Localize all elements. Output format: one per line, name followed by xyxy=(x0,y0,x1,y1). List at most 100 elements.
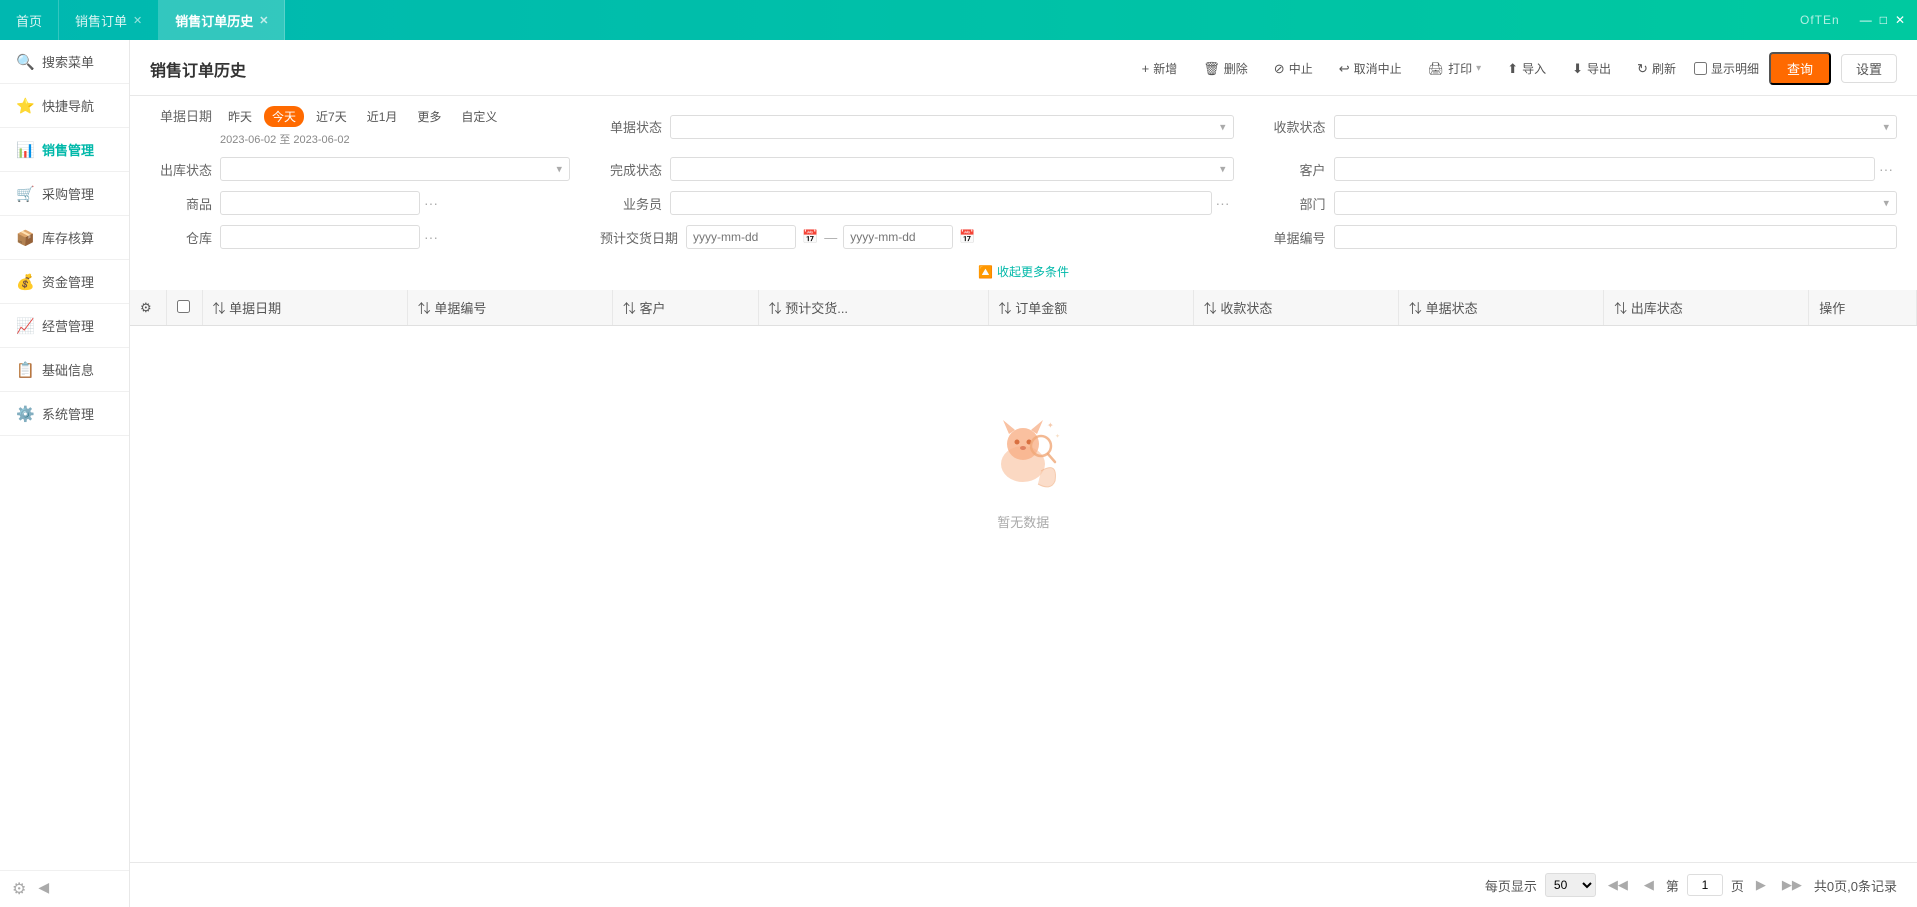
import-button[interactable]: ⬆ 导入 xyxy=(1499,56,1554,81)
sidebar-item-search-menu[interactable]: 🔍 搜索菜单 xyxy=(0,40,129,84)
th-delivery-date: ⇅ 预计交货... xyxy=(758,290,988,326)
export-icon: ⬇ xyxy=(1572,61,1583,77)
warehouse-ellipsis[interactable]: ··· xyxy=(420,229,442,245)
sales-mgmt-icon: 📊 xyxy=(16,141,34,159)
new-icon: + xyxy=(1142,61,1150,76)
customer-label: 客户 xyxy=(1264,160,1334,179)
sidebar-item-sales-mgmt-label: 销售管理 xyxy=(42,140,94,159)
pill-yesterday[interactable]: 昨天 xyxy=(220,106,260,127)
tab-sales-order-history[interactable]: 销售订单历史 ✕ xyxy=(159,0,285,40)
brand-text: OfTEn xyxy=(1788,13,1852,27)
sidebar-item-finance[interactable]: 💰 资金管理 xyxy=(0,260,129,304)
page-number-input[interactable] xyxy=(1687,874,1723,896)
product-ellipsis[interactable]: ··· xyxy=(420,195,442,211)
select-all-checkbox[interactable] xyxy=(177,300,190,313)
complete-status-select[interactable] xyxy=(670,157,1234,181)
toolbar: + 新增 🗑 删除 ⊘ 中止 ↩ 取消中止 xyxy=(1134,52,1897,85)
department-select-wrap xyxy=(1334,191,1898,215)
next-page-btn[interactable]: ▶ xyxy=(1752,875,1770,895)
stop-button[interactable]: ⊘ 中止 xyxy=(1266,56,1321,81)
sidebar-item-basic-info[interactable]: 📋 基础信息 xyxy=(0,348,129,392)
refresh-label: 刷新 xyxy=(1652,60,1676,77)
tab-sales-order-history-label: 销售订单历史 xyxy=(175,11,253,30)
query-button[interactable]: 查询 xyxy=(1769,52,1831,85)
page-size-select[interactable]: 50 10 20 100 xyxy=(1545,873,1596,897)
customer-input[interactable] xyxy=(1334,157,1876,181)
display-detail-checkbox[interactable] xyxy=(1694,62,1707,75)
sort-amount-icon[interactable]: ⇅ xyxy=(999,301,1012,316)
sidebar-item-operations-label: 经营管理 xyxy=(42,316,94,335)
payment-status-select-wrap xyxy=(1334,115,1898,139)
collapse-icon: 🔼 收起更多条件 xyxy=(150,263,1897,280)
product-input[interactable] xyxy=(220,191,420,215)
delete-button[interactable]: 🗑 删除 xyxy=(1195,56,1256,81)
print-icon: 🖨 xyxy=(1428,61,1445,77)
payment-status-select[interactable] xyxy=(1334,115,1898,139)
top-bar: 首页 销售订单 ✕ 销售订单历史 ✕ OfTEn — □ ✕ xyxy=(0,0,1917,40)
close-sales-order-tab[interactable]: ✕ xyxy=(133,14,142,27)
warehouse-input[interactable] xyxy=(220,225,420,249)
sidebar-item-operations[interactable]: 📈 经营管理 xyxy=(0,304,129,348)
sort-delivery-icon[interactable]: ⇅ xyxy=(769,301,782,316)
collapse-row[interactable]: 🔼 收起更多条件 xyxy=(150,259,1897,284)
sort-out-status-icon[interactable]: ⇅ xyxy=(1614,301,1627,316)
customer-ellipsis[interactable]: ··· xyxy=(1875,161,1897,177)
export-button[interactable]: ⬇ 导出 xyxy=(1564,56,1619,81)
sidebar-item-search-menu-label: 搜索菜单 xyxy=(42,52,94,71)
doc-status-label: 单据状态 xyxy=(600,117,670,136)
delivery-date-to[interactable] xyxy=(843,225,953,249)
filter-row-4: 仓库 ··· 预计交货日期 📅 — 📅 单据编号 xyxy=(150,225,1897,249)
sort-customer-icon[interactable]: ⇅ xyxy=(623,301,636,316)
sort-doc-status-icon[interactable]: ⇅ xyxy=(1409,301,1422,316)
sort-number-icon[interactable]: ⇅ xyxy=(418,301,431,316)
doc-status-select[interactable] xyxy=(670,115,1234,139)
refresh-button[interactable]: ↻ 刷新 xyxy=(1629,56,1684,81)
tab-home[interactable]: 首页 xyxy=(0,0,59,40)
window-minimize[interactable]: — xyxy=(1860,13,1872,27)
sort-date-icon[interactable]: ⇅ xyxy=(213,301,226,316)
sidebar-item-quick-nav[interactable]: ⭐ 快捷导航 xyxy=(0,84,129,128)
window-maximize[interactable]: □ xyxy=(1880,13,1887,27)
th-payment-status: ⇅ 收款状态 xyxy=(1193,290,1398,326)
pill-7days[interactable]: 近7天 xyxy=(308,106,355,127)
salesperson-input[interactable] xyxy=(670,191,1212,215)
window-close[interactable]: ✕ xyxy=(1895,13,1905,27)
department-select[interactable] xyxy=(1334,191,1898,215)
sidebar-collapse-icon[interactable]: ◀ xyxy=(38,879,49,899)
sidebar-item-sys-mgmt[interactable]: ⚙️ 系统管理 xyxy=(0,392,129,436)
pill-today[interactable]: 今天 xyxy=(264,106,304,127)
settings-button[interactable]: 设置 xyxy=(1841,54,1897,83)
delivery-date-from[interactable] xyxy=(686,225,796,249)
close-sales-order-history-tab[interactable]: ✕ xyxy=(259,14,268,27)
sort-payment-icon[interactable]: ⇅ xyxy=(1204,301,1217,316)
out-status-select[interactable] xyxy=(220,157,570,181)
sidebar-item-quick-nav-label: 快捷导航 xyxy=(42,96,94,115)
new-button[interactable]: + 新增 xyxy=(1134,56,1186,81)
doc-number-input[interactable] xyxy=(1334,225,1898,249)
sidebar-item-inventory[interactable]: 📦 库存核算 xyxy=(0,216,129,260)
content-area: 销售订单历史 + 新增 🗑 删除 ⊘ 中止 ↩ xyxy=(130,40,1917,907)
first-page-btn[interactable]: ◀◀ xyxy=(1604,875,1632,895)
complete-status-label: 完成状态 xyxy=(600,160,670,179)
delete-icon: 🗑 xyxy=(1203,61,1220,77)
sidebar-settings-icon[interactable]: ⚙ xyxy=(12,879,26,899)
data-table: ⚙ ⇅ 单据日期 ⇅ 单据编号 xyxy=(130,290,1917,611)
page-size-label: 每页显示 xyxy=(1485,876,1537,895)
pill-more[interactable]: 更多 xyxy=(409,106,449,127)
tab-sales-order[interactable]: 销售订单 ✕ xyxy=(59,0,159,40)
cancel-stop-button[interactable]: ↩ 取消中止 xyxy=(1331,56,1410,81)
sidebar-item-sys-mgmt-label: 系统管理 xyxy=(42,404,94,423)
salesperson-ellipsis[interactable]: ··· xyxy=(1212,195,1234,211)
sidebar-item-purchase-mgmt[interactable]: 🛒 采购管理 xyxy=(0,172,129,216)
th-ops-label: 操作 xyxy=(1819,301,1845,316)
empty-state-row: ✦ ✦ 暂无数据 xyxy=(130,326,1917,612)
salesperson-label: 业务员 xyxy=(600,194,670,213)
pill-custom[interactable]: 自定义 xyxy=(453,106,505,127)
sidebar-item-sales-mgmt[interactable]: 📊 销售管理 xyxy=(0,128,129,172)
last-page-btn[interactable]: ▶▶ xyxy=(1778,875,1806,895)
pill-1month[interactable]: 近1月 xyxy=(359,106,406,127)
gear-icon[interactable]: ⚙ xyxy=(140,300,152,315)
print-button[interactable]: 🖨 打印 ▾ xyxy=(1420,56,1490,81)
th-customer: ⇅ 客户 xyxy=(612,290,758,326)
prev-page-btn[interactable]: ◀ xyxy=(1640,875,1658,895)
